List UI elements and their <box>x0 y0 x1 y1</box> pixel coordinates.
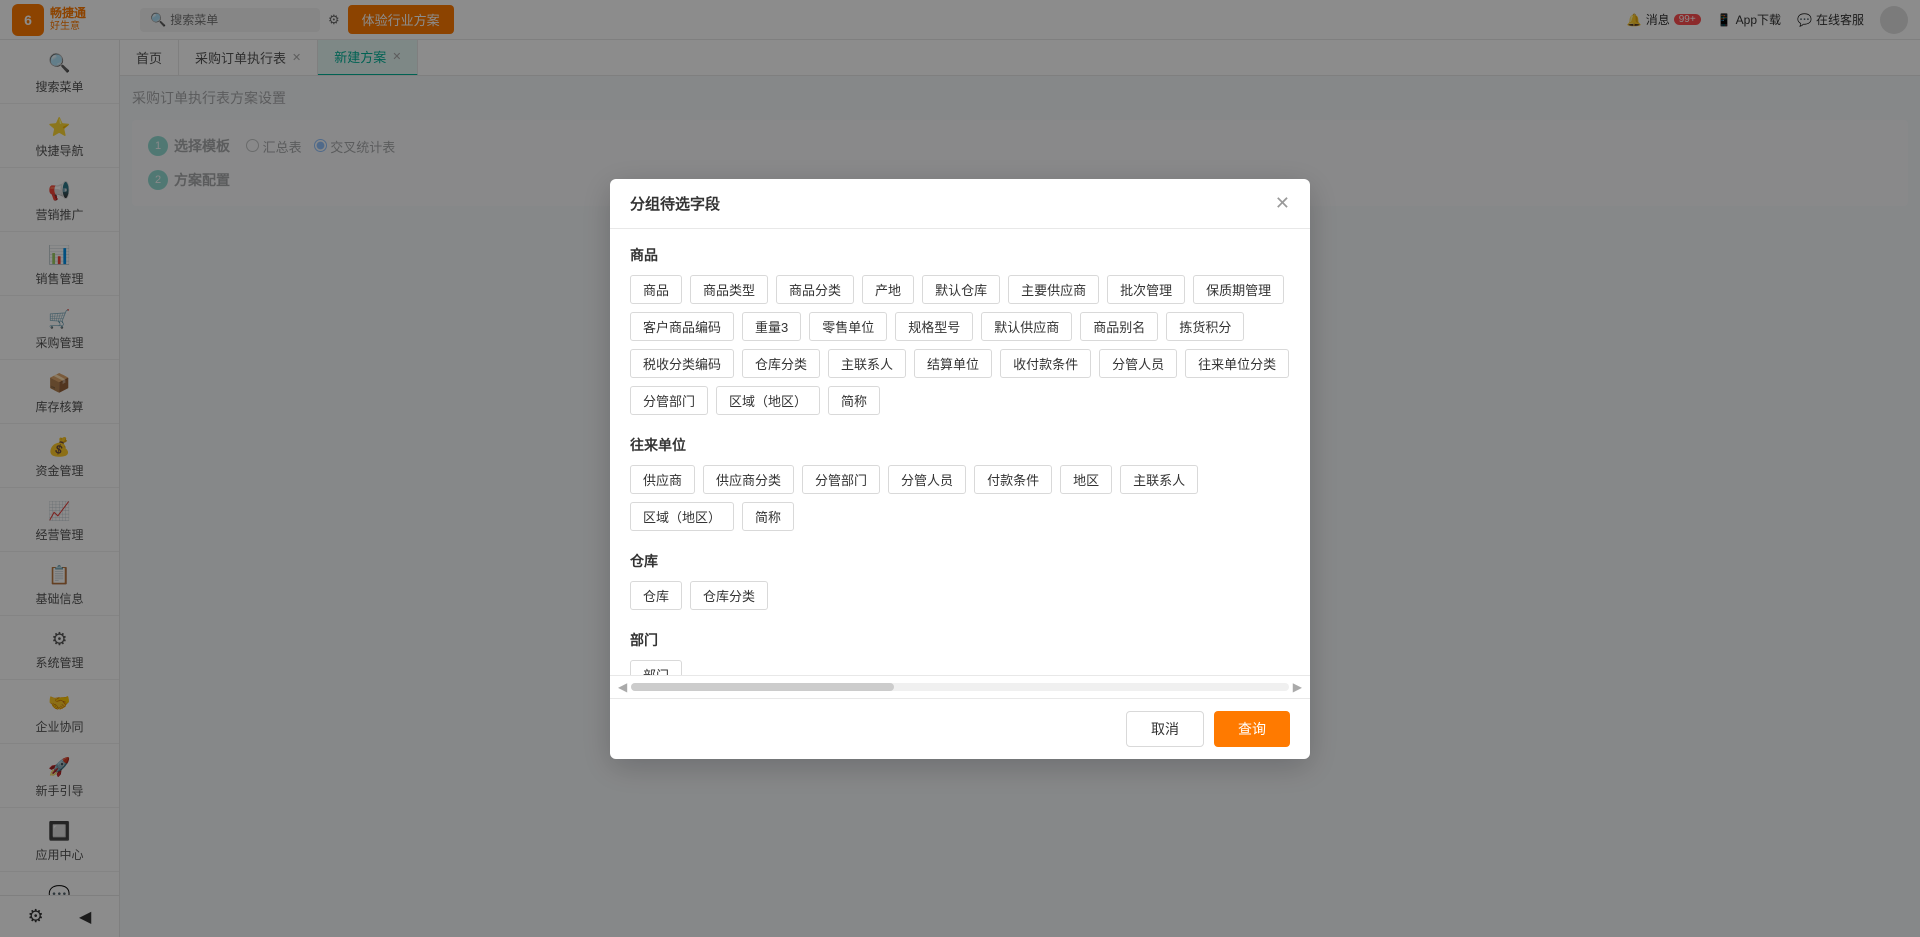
modal-header: 分组待选字段 ✕ <box>610 179 1310 229</box>
field-tags-partner: 供应商供应商分类分管部门分管人员付款条件地区主联系人区域（地区） 简称 <box>630 465 1290 531</box>
hscroll-bar <box>631 683 1289 691</box>
field-group-title-warehouse: 仓库 <box>630 551 1290 571</box>
field-tag-partner-3[interactable]: 分管人员 <box>888 465 966 494</box>
field-tag-warehouse-0[interactable]: 仓库 <box>630 581 682 610</box>
field-tags-goods: 商品商品类型商品分类产地默认仓库主要供应商批次管理保质期管理客户商品编码重量3 零… <box>630 275 1290 415</box>
field-tag-partner-2[interactable]: 分管部门 <box>802 465 880 494</box>
field-tag-goods-21[interactable]: 往来单位分类 <box>1185 349 1289 378</box>
field-tag-partner-8[interactable]: 简称 <box>742 502 794 531</box>
field-tag-goods-16[interactable]: 仓库分类 <box>742 349 820 378</box>
field-tag-department-0[interactable]: 部门 <box>630 660 682 675</box>
field-group-partner: 往来单位供应商供应商分类分管部门分管人员付款条件地区主联系人区域（地区） 简称 <box>630 435 1290 531</box>
field-group-title-goods: 商品 <box>630 245 1290 265</box>
field-tag-goods-23[interactable]: 区域（地区） <box>716 386 820 415</box>
field-tag-partner-0[interactable]: 供应商 <box>630 465 695 494</box>
modal-title: 分组待选字段 <box>630 193 720 214</box>
field-tags-warehouse: 仓库仓库分类 <box>630 581 1290 610</box>
modal-close-button[interactable]: ✕ <box>1275 193 1290 214</box>
modal-hscroll: ◀ ▶ <box>610 675 1310 698</box>
modal-overlay: 分组待选字段 ✕ 商品商品商品类型商品分类产地默认仓库主要供应商批次管理保质期管… <box>0 0 1920 937</box>
field-tag-goods-4[interactable]: 默认仓库 <box>922 275 1000 304</box>
field-tag-goods-2[interactable]: 商品分类 <box>776 275 854 304</box>
field-tag-goods-11[interactable]: 规格型号 <box>895 312 973 341</box>
field-tag-goods-14[interactable]: 拣货积分 <box>1166 312 1244 341</box>
field-tag-goods-18[interactable]: 结算单位 <box>914 349 992 378</box>
field-tag-goods-22[interactable]: 分管部门 <box>630 386 708 415</box>
field-tag-goods-12[interactable]: 默认供应商 <box>981 312 1072 341</box>
field-tag-goods-17[interactable]: 主联系人 <box>828 349 906 378</box>
hscroll-thumb <box>631 683 894 691</box>
field-tag-goods-0[interactable]: 商品 <box>630 275 682 304</box>
field-tag-partner-7[interactable]: 区域（地区） <box>630 502 734 531</box>
field-tag-goods-6[interactable]: 批次管理 <box>1107 275 1185 304</box>
field-group-department: 部门部门 <box>630 630 1290 675</box>
field-tag-warehouse-1[interactable]: 仓库分类 <box>690 581 768 610</box>
field-tag-goods-20[interactable]: 分管人员 <box>1099 349 1177 378</box>
field-group-title-department: 部门 <box>630 630 1290 650</box>
hscroll-left-icon[interactable]: ◀ <box>618 680 627 694</box>
modal-footer: 取消 查询 <box>610 698 1310 759</box>
field-tag-goods-9[interactable]: 重量3 <box>742 312 801 341</box>
field-group-title-partner: 往来单位 <box>630 435 1290 455</box>
modal-body: 商品商品商品类型商品分类产地默认仓库主要供应商批次管理保质期管理客户商品编码重量… <box>610 229 1310 675</box>
field-tag-goods-5[interactable]: 主要供应商 <box>1008 275 1099 304</box>
field-tag-goods-15[interactable]: 税收分类编码 <box>630 349 734 378</box>
hscroll-right-icon[interactable]: ▶ <box>1293 680 1302 694</box>
field-tag-goods-3[interactable]: 产地 <box>862 275 914 304</box>
field-group-goods: 商品商品商品类型商品分类产地默认仓库主要供应商批次管理保质期管理客户商品编码重量… <box>630 245 1290 415</box>
field-tag-goods-13[interactable]: 商品别名 <box>1080 312 1158 341</box>
field-tag-partner-6[interactable]: 主联系人 <box>1120 465 1198 494</box>
field-tag-goods-24[interactable]: 简称 <box>828 386 880 415</box>
field-tags-department: 部门 <box>630 660 1290 675</box>
cancel-button[interactable]: 取消 <box>1126 711 1204 747</box>
field-tag-partner-4[interactable]: 付款条件 <box>974 465 1052 494</box>
field-tag-goods-10[interactable]: 零售单位 <box>809 312 887 341</box>
field-tag-partner-1[interactable]: 供应商分类 <box>703 465 794 494</box>
modal-dialog: 分组待选字段 ✕ 商品商品商品类型商品分类产地默认仓库主要供应商批次管理保质期管… <box>610 179 1310 759</box>
field-tag-partner-5[interactable]: 地区 <box>1060 465 1112 494</box>
field-tag-goods-19[interactable]: 收付款条件 <box>1000 349 1091 378</box>
field-tag-goods-8[interactable]: 客户商品编码 <box>630 312 734 341</box>
field-group-warehouse: 仓库仓库仓库分类 <box>630 551 1290 610</box>
confirm-button[interactable]: 查询 <box>1214 711 1290 747</box>
field-tag-goods-1[interactable]: 商品类型 <box>690 275 768 304</box>
field-tag-goods-7[interactable]: 保质期管理 <box>1193 275 1284 304</box>
